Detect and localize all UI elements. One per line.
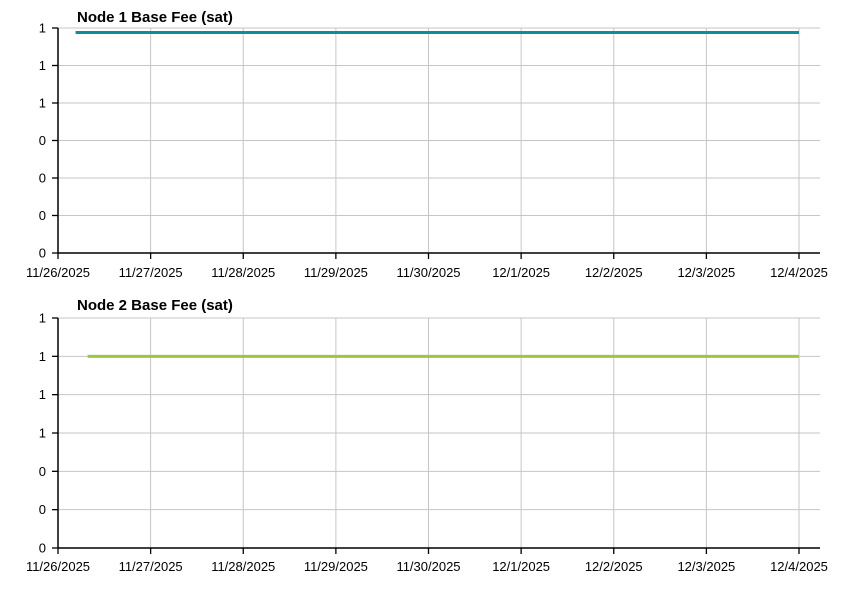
x-tick-label: 12/4/2025 [770,559,828,574]
chart-title: Node 2 Base Fee (sat) [77,297,233,314]
y-tick-label: 1 [39,426,46,441]
y-tick-label: 0 [39,133,46,148]
y-tick-label: 0 [39,246,46,261]
chart-title: Node 1 Base Fee (sat) [77,9,233,26]
x-tick-label: 12/1/2025 [492,265,550,280]
x-tick-label: 11/26/2025 [26,559,90,574]
x-tick-label: 12/2/2025 [585,265,643,280]
y-tick-label: 1 [39,58,46,73]
y-tick-label: 0 [39,502,46,517]
y-tick-label: 0 [39,171,46,186]
y-tick-label: 0 [39,208,46,223]
x-tick-label: 12/3/2025 [677,559,735,574]
y-tick-label: 1 [39,387,46,402]
x-tick-label: 11/28/2025 [211,559,275,574]
y-tick-label: 1 [39,96,46,111]
y-tick-label: 0 [39,464,46,479]
x-tick-label: 11/29/2025 [304,265,368,280]
x-tick-label: 12/1/2025 [492,559,550,574]
chart-svg: 1 1 1 0 0 0 0 11/26/2025 11/27/2025 11/28/2025 11/… [26,9,828,280]
x-tick-label: 11/30/2025 [396,559,460,574]
node-2-base-fee-chart: 1 1 1 1 0 0 0 11/26/2025 11/27/2025 11/28/2025 11/… [0,290,860,600]
y-tick-label: 1 [39,311,46,326]
x-tick-label: 11/28/2025 [211,265,275,280]
x-tick-label: 12/2/2025 [585,559,643,574]
chart-svg: 1 1 1 1 0 0 0 11/26/2025 11/27/2025 11/28/2025 11/… [26,297,828,574]
x-tick-label: 11/27/2025 [119,265,183,280]
y-tick-label: 1 [39,349,46,364]
node-1-base-fee-chart: 1 1 1 0 0 0 0 11/26/2025 11/27/2025 11/28/2025 11/… [0,0,860,295]
charts-canvas: 1 1 1 0 0 0 0 11/26/2025 11/27/2025 11/28/2025 11/… [0,0,860,600]
x-tick-label: 11/30/2025 [396,265,460,280]
y-tick-label: 1 [39,21,46,36]
x-tick-label: 12/4/2025 [770,265,828,280]
x-tick-label: 11/27/2025 [119,559,183,574]
x-tick-label: 12/3/2025 [677,265,735,280]
x-tick-label: 11/29/2025 [304,559,368,574]
y-tick-label: 0 [39,541,46,556]
x-tick-label: 11/26/2025 [26,265,90,280]
